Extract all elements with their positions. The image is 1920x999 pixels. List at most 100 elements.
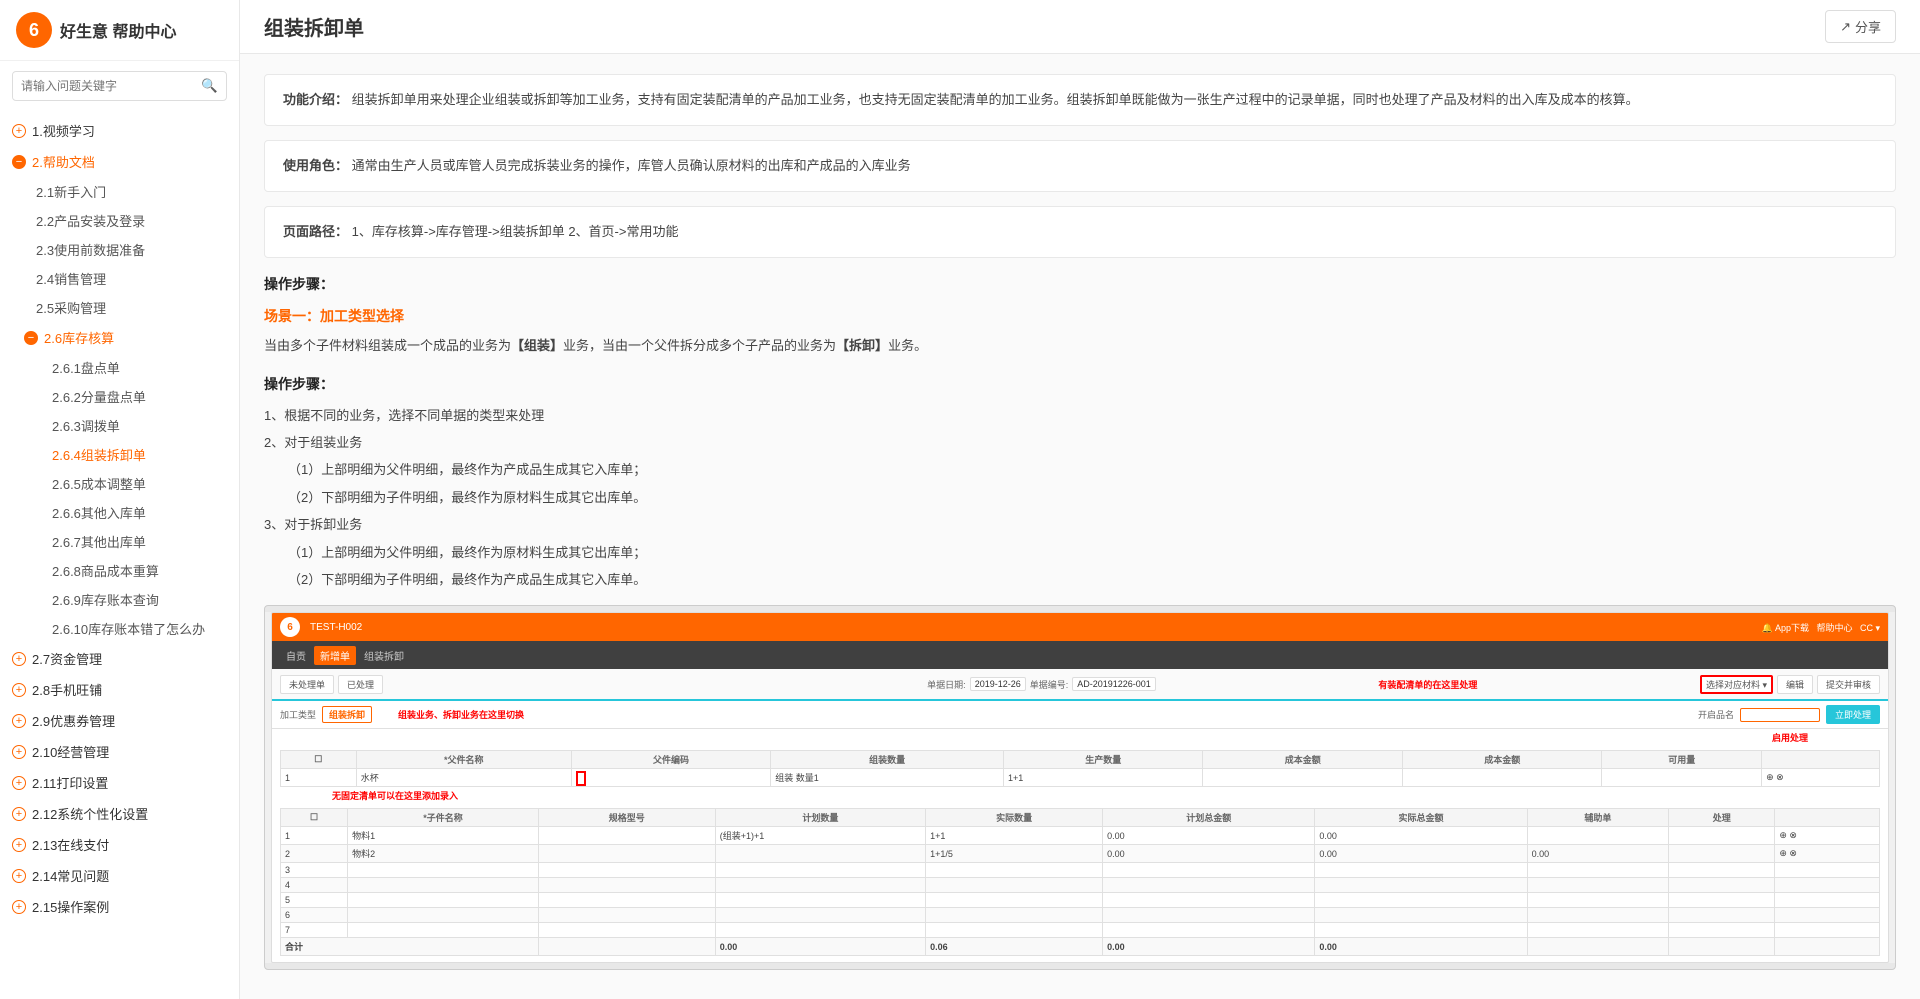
- sidebar-item-ops[interactable]: + 2.10经营管理: [0, 736, 239, 767]
- mock-goods-input[interactable]: [1740, 708, 1820, 722]
- mock-type-label: 加工类型: [280, 708, 316, 721]
- sidebar-item-install[interactable]: 2.2产品安装及登录: [0, 206, 239, 235]
- expand-icon-27: +: [12, 652, 26, 666]
- role-text: 通常由生产人员或库管人员完成拆装业务的操作，库管人员确认原材料的出库和产成品的入…: [352, 158, 911, 173]
- th-spec: 规格型号: [538, 809, 715, 827]
- screenshot-container: 6 TEST-H002 🔔 App下载 帮助中心 CC ▾ 自贡 新增单 组装拆…: [264, 605, 1896, 970]
- step-3: 3、对于拆卸业务: [264, 513, 1896, 536]
- mock-upper-table: ☐ *父件名称 父件编码 组装数量 生产数量 成本金额 成本金额 可用量: [272, 744, 1888, 789]
- sidebar-item-docs[interactable]: − 2.帮助文档: [0, 146, 239, 177]
- mock-select-label: 开启品名: [1698, 708, 1734, 721]
- sidebar-item-system[interactable]: + 2.12系统个性化设置: [0, 798, 239, 829]
- logo-text: 好生意 帮助中心: [60, 18, 176, 42]
- highlighted-cell: [576, 771, 586, 786]
- expand-icon-211: +: [12, 776, 26, 790]
- sidebar-item-261[interactable]: 2.6.1盘点单: [0, 353, 239, 382]
- mock-child-table: ☐ *子件名称 规格型号 计划数量 实际数量 计划总金额 实际总金额 辅助单 处…: [280, 808, 1880, 956]
- mock-app: 6 TEST-H002 🔔 App下载 帮助中心 CC ▾ 自贡 新增单 组装拆…: [271, 612, 1889, 963]
- expand-icon-215: +: [12, 900, 26, 914]
- sidebar-item-cases[interactable]: + 2.15操作案例: [0, 891, 239, 922]
- sidebar-item-coupon[interactable]: + 2.9优惠券管理: [0, 705, 239, 736]
- table-row: 5: [281, 893, 1880, 908]
- content-area: 功能介绍： 组装拆卸单用来处理企业组装或拆卸等加工业务，支持有固定装配清单的产品…: [240, 54, 1920, 999]
- th-cost-amount1: 成本金额: [1203, 751, 1403, 769]
- th-produce-qty: 生产数量: [1003, 751, 1203, 769]
- mock-btn-save[interactable]: 提交并审核: [1817, 675, 1880, 694]
- sidebar-item-267[interactable]: 2.6.7其他出库单: [0, 527, 239, 556]
- th-handle: 处理: [1669, 809, 1775, 827]
- table-footer: 合计 0.00 0.06 0.00 0.00: [281, 938, 1880, 956]
- mock-type-value: 组装拆卸: [322, 706, 372, 723]
- th-cost-amount2: 成本金额: [1402, 751, 1602, 769]
- sidebar-item-263[interactable]: 2.6.3调拨单: [0, 411, 239, 440]
- th-assembly-qty: 组装数量: [771, 751, 1004, 769]
- assembly-step-2: （2）下部明细为子件明细，最终作为原材料生成其它出库单。: [288, 486, 1896, 509]
- sidebar-item-purchase[interactable]: 2.5采购管理: [0, 293, 239, 322]
- sidebar-item-print[interactable]: + 2.11打印设置: [0, 767, 239, 798]
- collapse-icon: −: [12, 155, 26, 169]
- sidebar-item-266[interactable]: 2.6.6其他入库单: [0, 498, 239, 527]
- sidebar-item-payment[interactable]: + 2.13在线支付: [0, 829, 239, 860]
- sidebar-item-videos[interactable]: + 1.视频学习: [0, 115, 239, 146]
- mock-toolbar: 未处理单 已处理 单据日期: 2019-12-26 单据编号: AD-20191…: [272, 669, 1888, 701]
- mock-btn-processed[interactable]: 已处理: [338, 675, 383, 694]
- feature-intro-text: 组装拆卸单用来处理企业组装或拆卸等加工业务，支持有固定装配清单的产品加工业务，也…: [352, 92, 1639, 107]
- mock-date: 2019-12-26: [970, 677, 1026, 691]
- mock-nav-home: 自贡: [280, 646, 312, 665]
- role-block: 使用角色： 通常由生产人员或库管人员完成拆装业务的操作，库管人员确认原材料的出库…: [264, 140, 1896, 192]
- mock-app-id: TEST-H002: [310, 622, 362, 633]
- table-row: 1 物料1 (组装+1)+1 1+1 0.00 0.00 ⊕ ⊗: [281, 827, 1880, 845]
- mock-process-btn[interactable]: 立即处理: [1826, 705, 1880, 724]
- sidebar-item-inventory[interactable]: − 2.6库存核算: [0, 322, 239, 353]
- screenshot-inner: 6 TEST-H002 🔔 App下载 帮助中心 CC ▾ 自贡 新增单 组装拆…: [265, 612, 1895, 963]
- expand-icon-212: +: [12, 807, 26, 821]
- sidebar-item-finance[interactable]: + 2.7资金管理: [0, 643, 239, 674]
- sidebar-item-268[interactable]: 2.6.8商品成本重算: [0, 556, 239, 585]
- sidebar-item-262[interactable]: 2.6.2分量盘点单: [0, 382, 239, 411]
- th-check2: ☐: [281, 809, 348, 827]
- step-1: 1、根据不同的业务，选择不同单据的类型来处理: [264, 404, 1896, 427]
- th-plan-total: 计划总金额: [1103, 809, 1315, 827]
- mock-type-row: 加工类型 组装拆卸 组装业务、拆卸业务在这里切换 开启品名 立即处理: [272, 701, 1888, 729]
- sidebar-header: 6 好生意 帮助中心: [0, 0, 239, 61]
- mock-nav-new: 新增单: [314, 646, 356, 665]
- th-actual-total: 实际总金额: [1315, 809, 1527, 827]
- search-input[interactable]: [13, 73, 193, 99]
- th-parent-name: *父件名称: [356, 751, 571, 769]
- main-panel: 组装拆卸单 ↗ 分享 功能介绍： 组装拆卸单用来处理企业组装或拆卸等加工业务，支…: [240, 0, 1920, 999]
- path-text: 1、库存核算->库存管理->组装拆卸单 2、首页->常用功能: [352, 224, 679, 239]
- steps-list: 1、根据不同的业务，选择不同单据的类型来处理 2、对于组装业务 （1）上部明细为…: [264, 404, 1896, 592]
- mock-annotation2: 组装业务、拆卸业务在这里切换: [398, 708, 524, 721]
- sidebar-item-sales[interactable]: 2.4销售管理: [0, 264, 239, 293]
- sidebar-item-data-prep[interactable]: 2.3使用前数据准备: [0, 235, 239, 264]
- mock-select-type[interactable]: 选择对应材料 ▾: [1700, 675, 1773, 694]
- sidebar-item-265[interactable]: 2.6.5成本调整单: [0, 469, 239, 498]
- share-button[interactable]: ↗ 分享: [1825, 10, 1896, 43]
- sidebar-item-mobile[interactable]: + 2.8手机旺铺: [0, 674, 239, 705]
- table-row: 4: [281, 878, 1880, 893]
- nav-tree: + 1.视频学习 − 2.帮助文档 2.1新手入门 2.2产品安装及登录 2.3…: [0, 111, 239, 999]
- sidebar-item-newbie[interactable]: 2.1新手入门: [0, 177, 239, 206]
- mock-app-icons: 🔔 App下载 帮助中心 CC ▾: [1762, 621, 1880, 634]
- topbar: 组装拆卸单 ↗ 分享: [240, 0, 1920, 54]
- expand-icon-210: +: [12, 745, 26, 759]
- sidebar-item-264[interactable]: 2.6.4组装拆卸单: [0, 440, 239, 469]
- expand-icon-213: +: [12, 838, 26, 852]
- table-row: 2 物料2 1+1/5 0.00 0.00 0.00 ⊕ ⊗: [281, 845, 1880, 863]
- search-box[interactable]: 🔍: [12, 71, 227, 101]
- mock-annotation1: 有装配清单的在这里处理: [1160, 678, 1696, 691]
- sidebar-item-269[interactable]: 2.6.9库存账本查询: [0, 585, 239, 614]
- search-button[interactable]: 🔍: [193, 72, 226, 100]
- th-available: 可用量: [1602, 751, 1762, 769]
- expand-icon-214: +: [12, 869, 26, 883]
- th-plan-qty: 计划数量: [715, 809, 925, 827]
- mock-btn-edit[interactable]: 编辑: [1777, 675, 1813, 694]
- mock-btn-new[interactable]: 未处理单: [280, 675, 334, 694]
- th-action: [1762, 751, 1880, 769]
- table-row: 1 水杯 组装 数量1 1+1 ⊕ ⊗: [281, 769, 1880, 787]
- sidebar-item-faq[interactable]: + 2.14常见问题: [0, 860, 239, 891]
- mock-date-label: 单据日期:: [927, 678, 966, 691]
- collapse-icon-26: −: [24, 331, 38, 345]
- sidebar-item-2610[interactable]: 2.6.10库存账本错了怎么办: [0, 614, 239, 643]
- assembly-step-1: （1）上部明细为父件明细，最终作为产成品生成其它入库单；: [288, 458, 1896, 481]
